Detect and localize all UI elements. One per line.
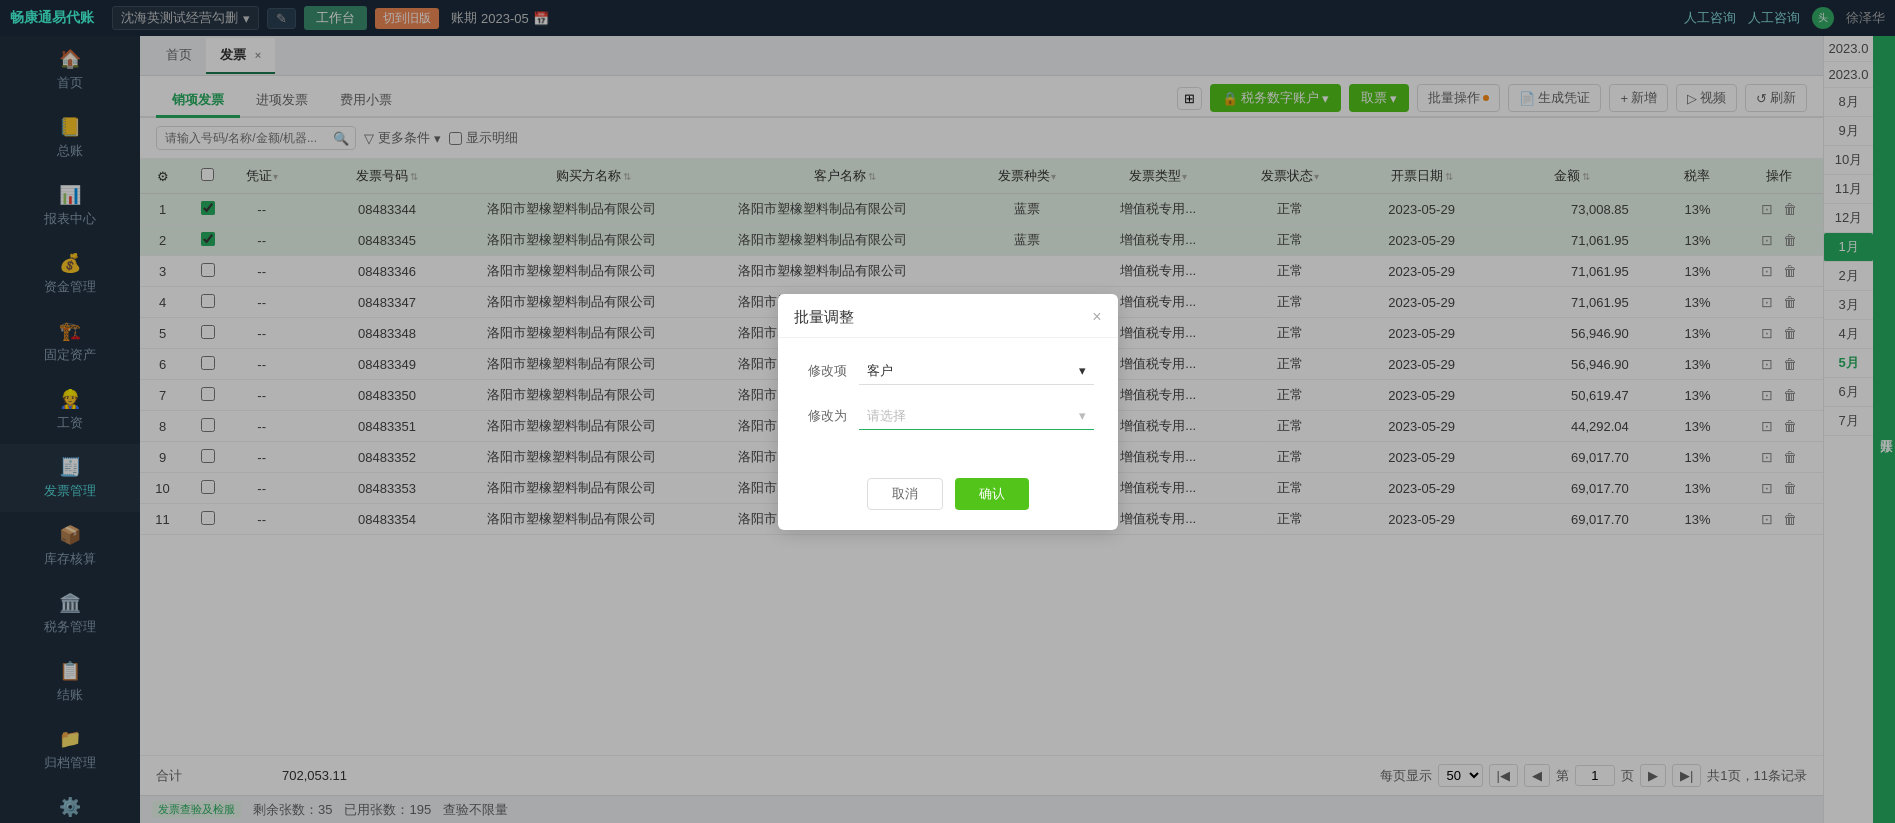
confirm-btn[interactable]: 确认	[955, 478, 1029, 510]
modal-title: 批量调整	[794, 308, 854, 327]
modify-to-select[interactable]: 请选择 ▾	[859, 403, 1094, 430]
modify-to-label: 修改为	[802, 407, 847, 425]
modal-header: 批量调整 ×	[778, 294, 1118, 338]
modal-overlay: 批量调整 × 修改项 客户 ▾ 修改为 请选择 ▾ 取消 确认	[0, 0, 1895, 823]
cancel-btn[interactable]: 取消	[867, 478, 943, 510]
modal-footer: 取消 确认	[778, 468, 1118, 530]
modify-field-row: 修改项 客户 ▾	[802, 358, 1094, 385]
modify-to-row: 修改为 请选择 ▾	[802, 403, 1094, 430]
modify-field-value: 客户	[867, 362, 893, 380]
modal-body: 修改项 客户 ▾ 修改为 请选择 ▾	[778, 338, 1118, 468]
modify-field-select[interactable]: 客户 ▾	[859, 358, 1094, 385]
modify-field-label: 修改项	[802, 362, 847, 380]
modal-close-btn[interactable]: ×	[1092, 308, 1101, 326]
modify-to-placeholder: 请选择	[867, 407, 906, 425]
modify-field-chevron: ▾	[1079, 363, 1086, 378]
modify-to-chevron: ▾	[1079, 408, 1086, 423]
batch-adjust-modal: 批量调整 × 修改项 客户 ▾ 修改为 请选择 ▾ 取消 确认	[778, 294, 1118, 530]
